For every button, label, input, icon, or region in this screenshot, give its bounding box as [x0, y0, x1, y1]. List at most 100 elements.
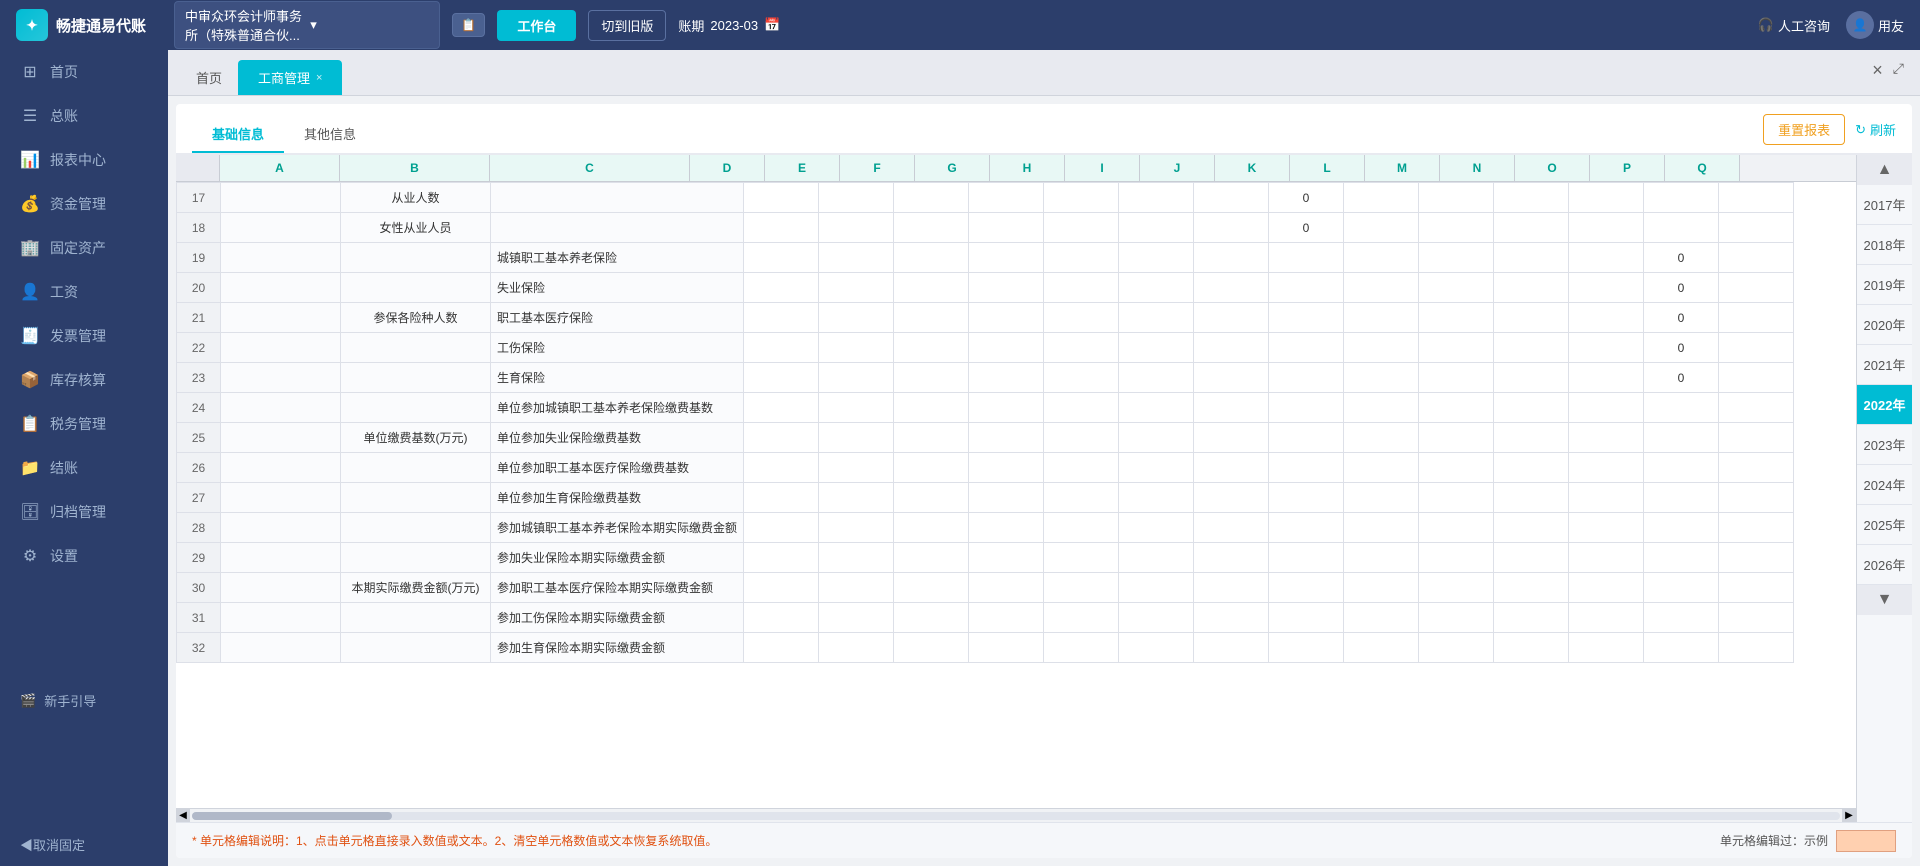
cell-29-j[interactable]: [1194, 543, 1269, 573]
year-item-2026[interactable]: 2026年: [1857, 545, 1912, 585]
cell-18-m[interactable]: [1419, 213, 1494, 243]
cell-31-d[interactable]: [744, 603, 819, 633]
cell-22-p[interactable]: 0: [1644, 333, 1719, 363]
cell-31-j[interactable]: [1194, 603, 1269, 633]
cell-21-c[interactable]: 职工基本医疗保险: [491, 303, 744, 333]
cell-20-h[interactable]: [1044, 273, 1119, 303]
cell-17-j[interactable]: [1194, 183, 1269, 213]
year-item-2024[interactable]: 2024年: [1857, 465, 1912, 505]
refresh-button[interactable]: ↻ 刷新: [1855, 120, 1896, 139]
cell-20-o[interactable]: [1569, 273, 1644, 303]
cell-27-i[interactable]: [1119, 483, 1194, 513]
cell-18-p[interactable]: [1644, 213, 1719, 243]
cell-28-c[interactable]: 参加城镇职工基本养老保险本期实际缴费金额: [491, 513, 744, 543]
cell-19-l[interactable]: [1344, 243, 1419, 273]
cell-32-p[interactable]: [1644, 633, 1719, 663]
cell-20-q[interactable]: [1719, 273, 1794, 303]
sidebar-item-salary[interactable]: 👤 工资: [0, 270, 168, 314]
cell-27-p[interactable]: [1644, 483, 1719, 513]
cell-22-c[interactable]: 工伤保险: [491, 333, 744, 363]
cell-30-c[interactable]: 参加职工基本医疗保险本期实际缴费金额: [491, 573, 744, 603]
cell-32-j[interactable]: [1194, 633, 1269, 663]
cell-24-i[interactable]: [1119, 393, 1194, 423]
cell-19-n[interactable]: [1494, 243, 1569, 273]
year-item-2019[interactable]: 2019年: [1857, 265, 1912, 305]
cell-29-o[interactable]: [1569, 543, 1644, 573]
cell-20-a[interactable]: [221, 273, 341, 303]
cell-31-a[interactable]: [221, 603, 341, 633]
cell-32-n[interactable]: [1494, 633, 1569, 663]
cell-21-e[interactable]: [819, 303, 894, 333]
cell-23-g[interactable]: [969, 363, 1044, 393]
cell-17-d[interactable]: [744, 183, 819, 213]
cell-17-q[interactable]: [1719, 183, 1794, 213]
cell-18-k[interactable]: 0: [1269, 213, 1344, 243]
cell-27-k[interactable]: [1269, 483, 1344, 513]
cell-18-b[interactable]: 女性从业人员: [341, 213, 491, 243]
cell-17-o[interactable]: [1569, 183, 1644, 213]
cell-28-j[interactable]: [1194, 513, 1269, 543]
cell-25-g[interactable]: [969, 423, 1044, 453]
cell-25-i[interactable]: [1119, 423, 1194, 453]
cell-23-a[interactable]: [221, 363, 341, 393]
year-item-2018[interactable]: 2018年: [1857, 225, 1912, 265]
year-item-2022[interactable]: 2022年: [1857, 385, 1912, 425]
cell-26-m[interactable]: [1419, 453, 1494, 483]
cell-29-b[interactable]: [341, 543, 491, 573]
tab-close-icon[interactable]: ×: [316, 72, 322, 84]
sidebar-item-settings[interactable]: ⚙ 设置: [0, 534, 168, 578]
cell-18-e[interactable]: [819, 213, 894, 243]
cell-28-e[interactable]: [819, 513, 894, 543]
cell-24-d[interactable]: [744, 393, 819, 423]
cell-28-p[interactable]: [1644, 513, 1719, 543]
cell-18-g[interactable]: [969, 213, 1044, 243]
cell-30-m[interactable]: [1419, 573, 1494, 603]
cell-26-i[interactable]: [1119, 453, 1194, 483]
sidebar-item-assets[interactable]: 🏢 固定资产: [0, 226, 168, 270]
cell-30-g[interactable]: [969, 573, 1044, 603]
cell-20-g[interactable]: [969, 273, 1044, 303]
cell-26-n[interactable]: [1494, 453, 1569, 483]
cell-25-n[interactable]: [1494, 423, 1569, 453]
cell-27-m[interactable]: [1419, 483, 1494, 513]
unpin-sidebar[interactable]: ◀取消固定: [0, 823, 168, 866]
cell-18-a[interactable]: [221, 213, 341, 243]
cell-25-f[interactable]: [894, 423, 969, 453]
cell-25-h[interactable]: [1044, 423, 1119, 453]
cell-26-b[interactable]: [341, 453, 491, 483]
cell-19-p[interactable]: 0: [1644, 243, 1719, 273]
cell-18-j[interactable]: [1194, 213, 1269, 243]
cell-29-l[interactable]: [1344, 543, 1419, 573]
cell-30-f[interactable]: [894, 573, 969, 603]
cell-32-l[interactable]: [1344, 633, 1419, 663]
cell-17-h[interactable]: [1044, 183, 1119, 213]
cell-24-j[interactable]: [1194, 393, 1269, 423]
cell-24-e[interactable]: [819, 393, 894, 423]
cell-29-a[interactable]: [221, 543, 341, 573]
cell-17-b[interactable]: 从业人数: [341, 183, 491, 213]
tab-business[interactable]: 工商管理 ×: [238, 60, 342, 95]
cell-20-k[interactable]: [1269, 273, 1344, 303]
cell-19-d[interactable]: [744, 243, 819, 273]
cell-17-c[interactable]: [491, 183, 744, 213]
cell-27-e[interactable]: [819, 483, 894, 513]
tab-home[interactable]: 首页: [184, 60, 234, 95]
cell-29-g[interactable]: [969, 543, 1044, 573]
cell-20-l[interactable]: [1344, 273, 1419, 303]
cell-22-g[interactable]: [969, 333, 1044, 363]
cell-27-d[interactable]: [744, 483, 819, 513]
cell-22-m[interactable]: [1419, 333, 1494, 363]
cell-31-e[interactable]: [819, 603, 894, 633]
scroll-right-button[interactable]: ▶: [1842, 809, 1856, 823]
sidebar-item-tax[interactable]: 📋 税务管理: [0, 402, 168, 446]
cell-27-j[interactable]: [1194, 483, 1269, 513]
cell-22-k[interactable]: [1269, 333, 1344, 363]
scroll-left-button[interactable]: ◀: [176, 809, 190, 823]
cell-30-p[interactable]: [1644, 573, 1719, 603]
cell-26-l[interactable]: [1344, 453, 1419, 483]
cell-22-f[interactable]: [894, 333, 969, 363]
cell-23-q[interactable]: [1719, 363, 1794, 393]
scroll-thumb[interactable]: [192, 812, 392, 820]
cell-29-i[interactable]: [1119, 543, 1194, 573]
cell-20-f[interactable]: [894, 273, 969, 303]
